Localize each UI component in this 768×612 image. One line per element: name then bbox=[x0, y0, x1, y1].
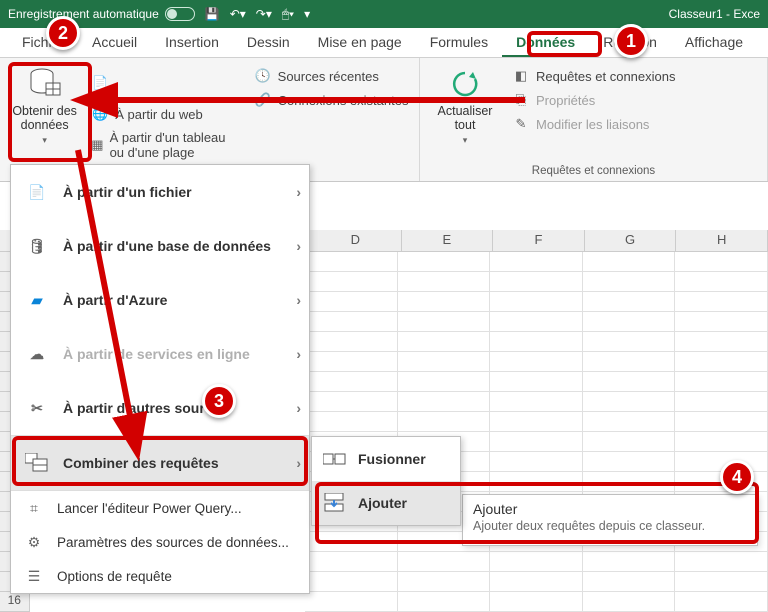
tab-view[interactable]: Affichage bbox=[671, 28, 757, 57]
undo-icon[interactable]: ↶▾ bbox=[230, 7, 246, 21]
options-icon: ☰ bbox=[23, 565, 45, 587]
table-icon: ▦ bbox=[91, 137, 103, 153]
queries-connections-label: Requêtes et connexions bbox=[536, 69, 675, 84]
chevron-right-icon: › bbox=[296, 184, 301, 200]
autosave-label: Enregistrement automatique bbox=[8, 7, 159, 21]
existing-connections-label: Connexions existantes bbox=[278, 93, 409, 108]
cloud-icon: ☁ bbox=[23, 340, 51, 368]
annotation-callout: 3 bbox=[202, 384, 236, 418]
submenu-append[interactable]: Ajouter bbox=[312, 481, 460, 525]
chevron-right-icon: › bbox=[296, 292, 301, 308]
submenu-merge[interactable]: Fusionner bbox=[312, 437, 460, 481]
ribbon-group-queries: Actualiser tout ▾ ◧ Requêtes et connexio… bbox=[420, 58, 768, 181]
gear-icon: ⚙ bbox=[23, 531, 45, 553]
azure-icon: ▰ bbox=[23, 286, 51, 314]
tab-insert[interactable]: Insertion bbox=[151, 28, 233, 57]
menu-query-options[interactable]: ☰ Options de requête bbox=[11, 559, 309, 593]
menu-data-source-settings[interactable]: ⚙ Paramètres des sources de données... bbox=[11, 525, 309, 559]
recent-sources-button[interactable]: 🕓 Sources récentes bbox=[250, 66, 413, 86]
file-icon: 📄 bbox=[23, 178, 51, 206]
from-table-label: À partir d'un tableau ou d'une plage bbox=[110, 130, 242, 160]
combine-submenu: Fusionner Ajouter bbox=[311, 436, 461, 526]
globe-icon: 🌐 bbox=[91, 106, 109, 122]
properties-icon: ⎘ bbox=[512, 92, 530, 108]
menu-from-online-services: ☁ À partir de services en ligne › bbox=[11, 327, 309, 381]
refresh-icon bbox=[447, 66, 483, 102]
menu-launch-power-query-editor[interactable]: ⌗ Lancer l'éditeur Power Query... bbox=[11, 491, 309, 525]
edit-links-icon: ✎ bbox=[512, 116, 530, 132]
save-icon[interactable]: 💾 bbox=[205, 7, 220, 21]
from-web-button[interactable]: 🌐 À partir du web bbox=[87, 104, 245, 124]
autosave-toggle[interactable]: Enregistrement automatique bbox=[8, 7, 195, 21]
from-text-csv-button[interactable]: 📄 À partir de fichier/CSV bbox=[87, 66, 245, 100]
tab-layout[interactable]: Mise en page bbox=[304, 28, 416, 57]
group-label-queries: Requêtes et connexions bbox=[426, 163, 761, 181]
refresh-all-label: Actualiser tout bbox=[428, 104, 502, 133]
append-tooltip: Ajouter Ajouter deux requêtes depuis ce … bbox=[462, 494, 758, 546]
annotation-callout: 1 bbox=[614, 24, 648, 58]
chevron-down-icon: ▾ bbox=[463, 135, 468, 145]
properties-button: ⎘ Propriétés bbox=[508, 90, 698, 110]
chevron-right-icon: › bbox=[296, 400, 301, 416]
annotation-callout: 4 bbox=[720, 460, 754, 494]
menu-from-database[interactable]: 🛢 À partir d'une base de données › bbox=[11, 219, 309, 273]
tab-draw[interactable]: Dessin bbox=[233, 28, 304, 57]
existing-connections-button[interactable]: 🔗 Connexions existantes bbox=[250, 90, 413, 110]
chevron-right-icon: › bbox=[296, 346, 301, 362]
annotation-callout: 2 bbox=[46, 16, 80, 50]
chevron-right-icon: › bbox=[296, 455, 301, 471]
chevron-right-icon: › bbox=[296, 238, 301, 254]
ribbon-group-get-transform: Obtenir des données ▾ 📄 À partir de fich… bbox=[0, 58, 420, 181]
get-data-label: Obtenir des données bbox=[8, 104, 81, 133]
queries-connections-button[interactable]: ◧ Requêtes et connexions bbox=[508, 66, 698, 86]
combine-icon bbox=[23, 449, 51, 477]
pane-icon: ◧ bbox=[512, 68, 530, 84]
link-icon: 🔗 bbox=[254, 92, 272, 108]
properties-label: Propriétés bbox=[536, 93, 595, 108]
tab-home[interactable]: Accueil bbox=[78, 28, 151, 57]
edit-links-button: ✎ Modifier les liaisons bbox=[508, 114, 698, 134]
merge-icon bbox=[322, 448, 348, 470]
file-csv-icon: 📄 bbox=[91, 75, 109, 91]
database-icon bbox=[27, 66, 63, 102]
touch-icon[interactable]: 🖱▾ bbox=[282, 7, 294, 22]
append-icon bbox=[322, 492, 348, 514]
recent-sources-label: Sources récentes bbox=[278, 69, 379, 84]
recent-icon: 🕓 bbox=[254, 68, 272, 84]
ribbon-tabs: Fichier Accueil Insertion Dessin Mise en… bbox=[0, 28, 768, 58]
get-data-menu: 📄 À partir d'un fichier › 🛢 À partir d'u… bbox=[10, 164, 310, 594]
database-icon: 🛢 bbox=[23, 232, 51, 260]
quick-access-toolbar: 💾 ↶▾ ↷▾ 🖱▾ ▾ bbox=[205, 7, 310, 22]
col-E[interactable]: E bbox=[402, 230, 494, 251]
tooltip-description: Ajouter deux requêtes depuis ce classeur… bbox=[473, 519, 747, 533]
tooltip-title: Ajouter bbox=[473, 501, 747, 517]
refresh-all-button[interactable]: Actualiser tout ▾ bbox=[426, 62, 504, 163]
qat-more-icon[interactable]: ▾ bbox=[304, 7, 310, 21]
edit-links-label: Modifier les liaisons bbox=[536, 117, 649, 132]
col-G[interactable]: G bbox=[585, 230, 677, 251]
toggle-switch-icon[interactable] bbox=[165, 7, 195, 21]
from-table-button[interactable]: ▦ À partir d'un tableau ou d'une plage bbox=[87, 128, 245, 162]
title-bar: Enregistrement automatique 💾 ↶▾ ↷▾ 🖱▾ ▾ … bbox=[0, 0, 768, 28]
get-data-button[interactable]: Obtenir des données ▾ bbox=[6, 62, 83, 163]
tab-formulas[interactable]: Formules bbox=[416, 28, 502, 57]
workbook-title: Classeur1 - Exce bbox=[669, 7, 760, 21]
row-16[interactable]: 16 bbox=[0, 592, 30, 612]
redo-icon[interactable]: ↷▾ bbox=[256, 7, 272, 21]
col-F[interactable]: F bbox=[493, 230, 585, 251]
col-H[interactable]: H bbox=[676, 230, 768, 251]
chevron-down-icon: ▾ bbox=[42, 135, 47, 145]
menu-from-file[interactable]: 📄 À partir d'un fichier › bbox=[11, 165, 309, 219]
editor-icon: ⌗ bbox=[23, 497, 45, 519]
menu-from-azure[interactable]: ▰ À partir d'Azure › bbox=[11, 273, 309, 327]
tab-data[interactable]: Données bbox=[502, 28, 589, 57]
from-web-label: À partir du web bbox=[115, 107, 202, 122]
col-D[interactable]: D bbox=[310, 230, 402, 251]
menu-combine-queries[interactable]: Combiner des requêtes › bbox=[11, 436, 309, 490]
menu-from-other-sources[interactable]: ✂ À partir d'autres sources › bbox=[11, 381, 309, 435]
scissors-icon: ✂ bbox=[23, 394, 51, 422]
